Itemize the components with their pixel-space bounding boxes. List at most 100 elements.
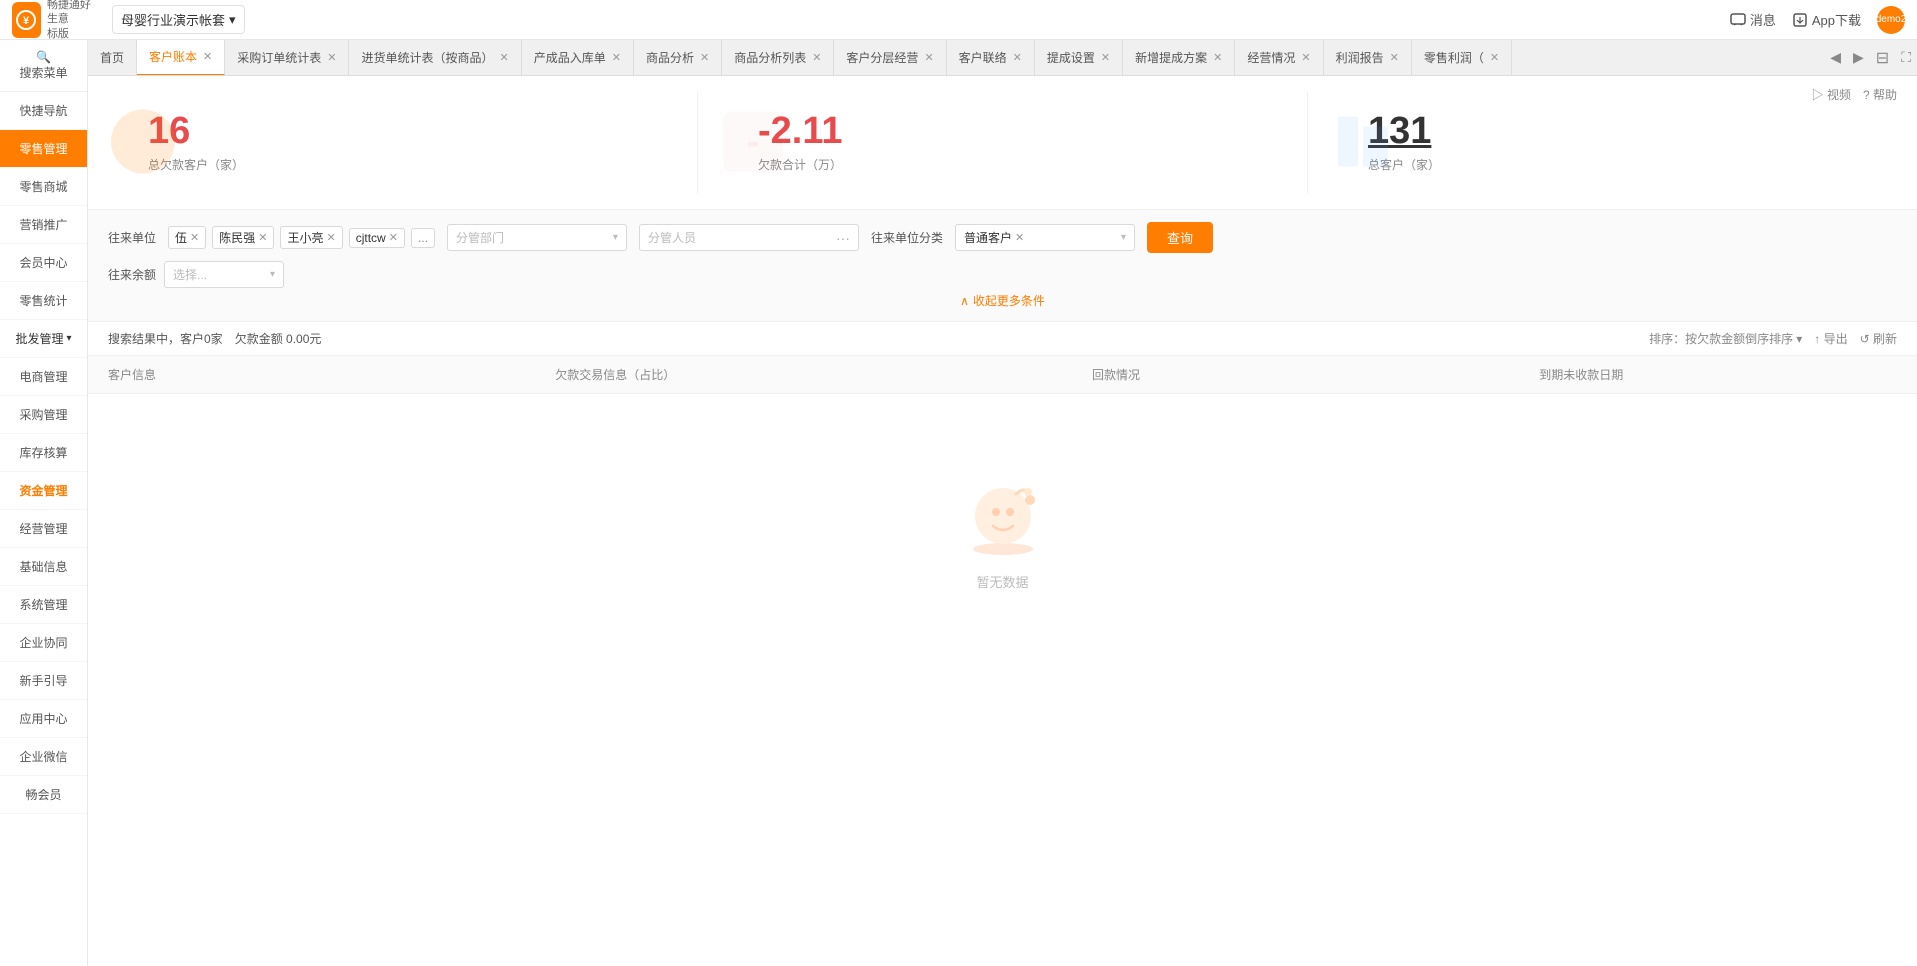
category-tag: 普通客户 ✕ — [964, 229, 1024, 246]
sidebar: 🔍 搜索菜单 快捷导航 零售管理 零售商城 营销推广 会员中心 零售统计 批发管… — [0, 40, 88, 966]
ecommerce-label: 电商管理 — [4, 368, 83, 385]
person-selector[interactable]: 分管人员 ··· — [639, 224, 859, 251]
sidebar-item-app-center[interactable]: 应用中心 — [0, 700, 87, 738]
svg-text:-: - — [746, 119, 759, 163]
tab-close-raise[interactable]: ✕ — [1101, 51, 1110, 64]
tab-customer-segment[interactable]: 客户分层经营 ✕ — [834, 40, 946, 76]
category-selector[interactable]: 普通客户 ✕ ▾ — [955, 224, 1135, 251]
tab-fullscreen-button[interactable]: ⛶ — [1895, 49, 1917, 66]
main-layout: 🔍 搜索菜单 快捷导航 零售管理 零售商城 营销推广 会员中心 零售统计 批发管… — [0, 40, 1917, 966]
stat-card-total: 131 总客户（家） — [1308, 92, 1917, 193]
tab-close-business[interactable]: ✕ — [1301, 51, 1310, 64]
sidebar-item-enterprise[interactable]: 企业协同 — [0, 624, 87, 662]
tab-close-inbound[interactable]: ✕ — [500, 51, 509, 64]
stat-icon-yuan: ¥ — [108, 106, 178, 179]
tab-production-inbound[interactable]: 产成品入库单 ✕ — [522, 40, 634, 76]
sort-selector[interactable]: 排序：按欠款金额倒序排序 ▾ — [1649, 330, 1802, 347]
operations-label: 经营管理 — [4, 520, 83, 537]
tab-close-segment[interactable]: ✕ — [924, 51, 933, 64]
remove-tag-4[interactable]: ✕ — [389, 231, 398, 244]
filter-tag-4[interactable]: cjttcw ✕ — [349, 228, 405, 248]
stat-card-debt: - -2.11 欠款合计（万） — [698, 92, 1308, 193]
sidebar-item-retail-mgmt[interactable]: 零售管理 — [0, 130, 87, 168]
sidebar-item-member[interactable]: 会员中心 — [0, 244, 87, 282]
message-icon — [1730, 12, 1746, 28]
sort-down-icon: ▾ — [1796, 332, 1802, 346]
sidebar-item-retail-mall[interactable]: 零售商城 — [0, 168, 87, 206]
col-header-repay: 回款情况 — [1092, 366, 1539, 383]
sidebar-item-new-guide[interactable]: 新手引导 — [0, 662, 87, 700]
refresh-button[interactable]: ↺ 刷新 — [1860, 330, 1897, 347]
sidebar-item-operations[interactable]: 经营管理 — [0, 510, 87, 548]
page-body: ▷ 视频 ? 帮助 ¥ — [88, 76, 1917, 966]
filter-more-tags[interactable]: ... — [411, 228, 435, 248]
tab-goods-analysis-list[interactable]: 商品分析列表 ✕ — [722, 40, 834, 76]
sidebar-item-vip[interactable]: 畅会员 — [0, 776, 87, 814]
tab-close-purchase-order[interactable]: ✕ — [327, 51, 336, 64]
tab-customer-book[interactable]: 客户账本 ✕ — [137, 40, 225, 76]
remove-tag-2[interactable]: ✕ — [258, 231, 267, 244]
message-button[interactable]: 消息 — [1730, 10, 1776, 29]
sidebar-item-ecommerce[interactable]: 电商管理 — [0, 358, 87, 396]
tab-inbound-stats[interactable]: 进货单统计表（按商品） ✕ — [349, 40, 521, 76]
tab-new-raise[interactable]: 新增提成方案 ✕ — [1123, 40, 1235, 76]
sidebar-search-label: 搜索菜单 — [8, 64, 79, 81]
avatar[interactable]: demo2 — [1877, 6, 1905, 34]
tab-close-retail-profit[interactable]: ✕ — [1490, 51, 1499, 64]
tab-home[interactable]: 首页 — [88, 40, 137, 76]
tab-close-goods-list[interactable]: ✕ — [812, 51, 821, 64]
tab-close-new-raise[interactable]: ✕ — [1213, 51, 1222, 64]
col-header-customer: 客户信息 — [108, 366, 555, 383]
tab-business[interactable]: 经营情况 ✕ — [1235, 40, 1323, 76]
tab-retail-profit[interactable]: 零售利润（ ✕ — [1412, 40, 1512, 76]
tab-raise-settings[interactable]: 提成设置 ✕ — [1035, 40, 1123, 76]
tab-next-button[interactable]: ▶ — [1847, 49, 1870, 66]
app-download-button[interactable]: App下载 — [1792, 10, 1861, 29]
sidebar-item-retail-stats[interactable]: 零售统计 — [0, 282, 87, 320]
tab-prev-button[interactable]: ◀ — [1824, 49, 1847, 66]
sidebar-item-marketing[interactable]: 营销推广 — [0, 206, 87, 244]
tab-menu-button[interactable]: ⊟ — [1870, 48, 1895, 68]
unit-label: 往来单位 — [108, 229, 156, 246]
sidebar-item-wechat[interactable]: 企业微信 — [0, 738, 87, 776]
balance-selector[interactable]: 选择... ▾ — [164, 261, 284, 288]
sidebar-item-inventory[interactable]: 库存核算 — [0, 434, 87, 472]
sidebar-item-quick-nav[interactable]: 快捷导航 — [0, 92, 87, 130]
tab-profit-report[interactable]: 利润报告 ✕ — [1324, 40, 1412, 76]
tab-close-profit[interactable]: ✕ — [1390, 51, 1399, 64]
remove-tag-3[interactable]: ✕ — [327, 231, 336, 244]
filter-tag-3[interactable]: 王小亮 ✕ — [280, 226, 342, 249]
tab-close-contact[interactable]: ✕ — [1013, 51, 1022, 64]
sidebar-search[interactable]: 🔍 搜索菜单 — [0, 40, 87, 92]
tab-close-goods-analysis[interactable]: ✕ — [700, 51, 709, 64]
filter-tag-2[interactable]: 陈民强 ✕ — [212, 226, 274, 249]
sidebar-item-basic-info[interactable]: 基础信息 — [0, 548, 87, 586]
sidebar-item-purchase[interactable]: 采购管理 — [0, 396, 87, 434]
org-name: 母婴行业演示帐套 — [121, 10, 225, 29]
tab-close-customer-book[interactable]: ✕ — [203, 50, 212, 63]
member-label: 会员中心 — [4, 254, 83, 271]
org-selector[interactable]: 母婴行业演示帐套 ▾ — [112, 5, 245, 34]
dept-selector[interactable]: 分管部门 ▾ — [447, 224, 627, 251]
content-area: 首页 客户账本 ✕ 采购订单统计表 ✕ 进货单统计表（按商品） ✕ 产成品入库单… — [88, 40, 1917, 966]
remove-tag-1[interactable]: ✕ — [190, 231, 199, 244]
collapse-button[interactable]: ∧ 收起更多条件 — [108, 292, 1897, 309]
remove-category-tag[interactable]: ✕ — [1015, 231, 1024, 244]
tab-purchase-order-stats[interactable]: 采购订单统计表 ✕ — [225, 40, 349, 76]
tab-bar: 首页 客户账本 ✕ 采购订单统计表 ✕ 进货单统计表（按商品） ✕ 产成品入库单… — [88, 40, 1917, 76]
tab-arrows: ◀ ▶ ⊟ ⛶ — [1824, 48, 1917, 68]
query-button[interactable]: 查询 — [1147, 222, 1213, 253]
purchase-label: 采购管理 — [4, 406, 83, 423]
tab-customer-contact[interactable]: 客户联络 ✕ — [947, 40, 1035, 76]
tab-goods-analysis[interactable]: 商品分析 ✕ — [634, 40, 722, 76]
stat-card-customers: ¥ 16 总欠款客户（家） — [88, 92, 698, 193]
tab-close-production[interactable]: ✕ — [612, 51, 621, 64]
sidebar-item-finance[interactable]: 资金管理 — [0, 472, 87, 510]
filter-tag-1[interactable]: 伍 ✕ — [168, 226, 206, 249]
export-button[interactable]: ↑ 导出 — [1814, 330, 1847, 347]
sidebar-item-batch-mgmt[interactable]: 批发管理 ▾ — [0, 320, 87, 358]
col-header-date: 到期未收款日期 — [1539, 366, 1897, 383]
sidebar-item-system[interactable]: 系统管理 — [0, 586, 87, 624]
empty-icon — [958, 474, 1048, 564]
svg-text:¥: ¥ — [23, 15, 30, 27]
